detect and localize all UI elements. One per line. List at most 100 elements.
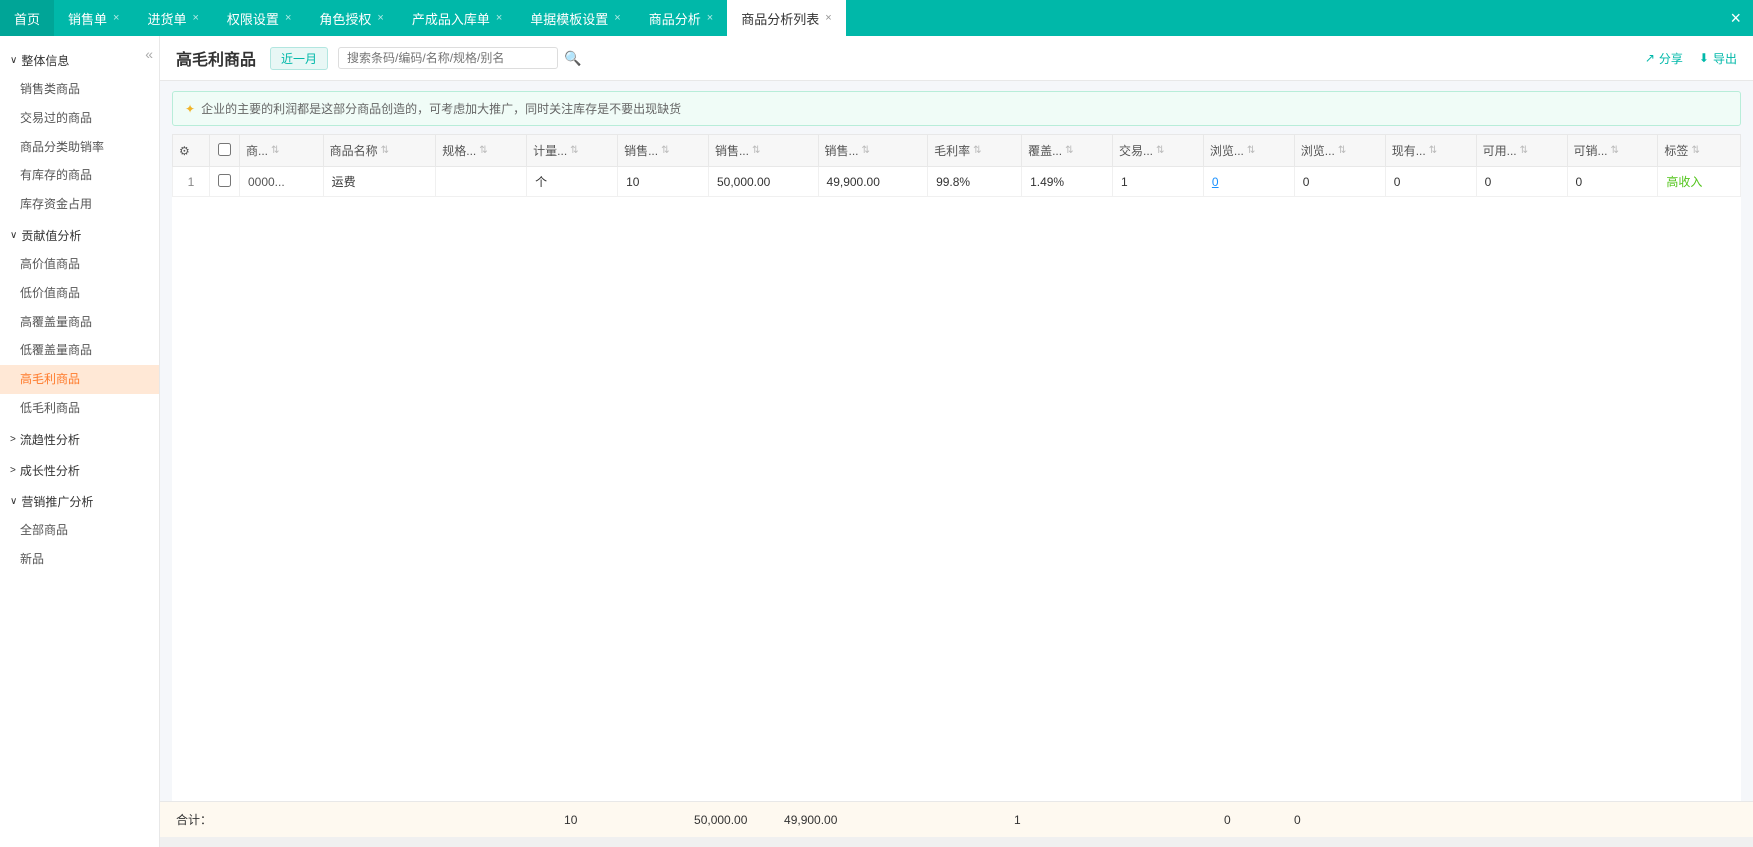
col-header-name[interactable]: 商品名称⇅ bbox=[323, 135, 436, 167]
main-layout: « ∨整体信息销售类商品交易过的商品商品分类助销率有库存的商品库存资金占用∨贡献… bbox=[0, 36, 1753, 847]
sidebar-group: ∨营销推广分析全部商品新品 bbox=[0, 485, 159, 574]
footer-cell-11: 1 bbox=[1008, 813, 1078, 827]
col-header-code[interactable]: 商...⇅ bbox=[239, 135, 323, 167]
nav-item-商品分析列表[interactable]: 商品分析列表× bbox=[727, 0, 845, 36]
sort-icon[interactable]: ⇅ bbox=[973, 145, 981, 156]
sort-icon[interactable]: ⇅ bbox=[1520, 145, 1528, 156]
row-checkbox[interactable] bbox=[209, 167, 239, 197]
sidebar-group-title-成长性分析[interactable]: >成长性分析 bbox=[0, 454, 159, 485]
sort-icon[interactable]: ⇅ bbox=[1611, 145, 1619, 156]
col-header-sales_qty[interactable]: 销售...⇅ bbox=[618, 135, 709, 167]
col-header-checkbox[interactable] bbox=[209, 135, 239, 167]
sort-icon[interactable]: ⇅ bbox=[862, 145, 870, 156]
nav-item-单据模板设置[interactable]: 单据模板设置× bbox=[516, 0, 634, 36]
sidebar-item-商品分类助销率[interactable]: 商品分类助销率 bbox=[0, 133, 159, 162]
sidebar-item-低价值商品[interactable]: 低价值商品 bbox=[0, 279, 159, 308]
col-header-transaction[interactable]: 交易...⇅ bbox=[1112, 135, 1203, 167]
sidebar: « ∨整体信息销售类商品交易过的商品商品分类助销率有库存的商品库存资金占用∨贡献… bbox=[0, 36, 160, 847]
sort-icon[interactable]: ⇅ bbox=[271, 145, 279, 156]
sidebar-item-新品[interactable]: 新品 bbox=[0, 545, 159, 574]
share-icon: ↗ bbox=[1645, 51, 1655, 65]
row-checkbox-input[interactable] bbox=[218, 174, 231, 187]
close-tab-icon[interactable]: × bbox=[192, 12, 198, 24]
col-header-current_stock[interactable]: 现有...⇅ bbox=[1385, 135, 1476, 167]
col-header-available_stock[interactable]: 可用...⇅ bbox=[1476, 135, 1567, 167]
sidebar-item-有库存的商品[interactable]: 有库存的商品 bbox=[0, 161, 159, 190]
row-sales-qty: 10 bbox=[618, 167, 709, 197]
sidebar-group: >流趋性分析 bbox=[0, 423, 159, 454]
bottom-scrollbar[interactable] bbox=[160, 837, 1753, 847]
arrow-icon: ∨ bbox=[10, 496, 17, 507]
nav-item-角色授权[interactable]: 角色授权× bbox=[305, 0, 397, 36]
nav-item-销售单[interactable]: 销售单× bbox=[54, 0, 133, 36]
col-header-coverage[interactable]: 覆盖...⇅ bbox=[1022, 135, 1113, 167]
page-title: 高毛利商品 bbox=[176, 46, 256, 70]
close-tab-icon[interactable]: × bbox=[496, 12, 502, 24]
sort-icon[interactable]: ⇅ bbox=[752, 145, 760, 156]
sort-icon[interactable]: ⇅ bbox=[570, 145, 578, 156]
row-browse1[interactable]: 0 bbox=[1203, 167, 1294, 197]
sidebar-group-title-营销推广分析[interactable]: ∨营销推广分析 bbox=[0, 485, 159, 516]
sidebar-group-title-整体信息[interactable]: ∨整体信息 bbox=[0, 44, 159, 75]
nav-item-进货单[interactable]: 进货单× bbox=[133, 0, 212, 36]
col-header-tag[interactable]: 标签⇅ bbox=[1658, 135, 1741, 167]
sort-icon[interactable]: ⇅ bbox=[479, 145, 487, 156]
sidebar-item-销售类商品[interactable]: 销售类商品 bbox=[0, 75, 159, 104]
nav-item-商品分析[interactable]: 商品分析× bbox=[635, 0, 727, 36]
sidebar-group-title-贡献值分析[interactable]: ∨贡献值分析 bbox=[0, 219, 159, 250]
close-tab-icon[interactable]: × bbox=[285, 12, 291, 24]
sidebar-item-低毛利商品[interactable]: 低毛利商品 bbox=[0, 394, 159, 423]
sidebar-item-高覆盖量商品[interactable]: 高覆盖量商品 bbox=[0, 308, 159, 337]
sidebar-item-高价值商品[interactable]: 高价值商品 bbox=[0, 250, 159, 279]
close-all-tabs[interactable]: × bbox=[1718, 0, 1753, 36]
sort-icon[interactable]: ⇅ bbox=[1429, 145, 1437, 156]
sidebar-group: ∨整体信息销售类商品交易过的商品商品分类助销率有库存的商品库存资金占用 bbox=[0, 44, 159, 219]
sort-icon[interactable]: ⇅ bbox=[1065, 145, 1073, 156]
header-actions: ↗ 分享 ⬇ 导出 bbox=[1645, 50, 1737, 67]
sidebar-group-title-流趋性分析[interactable]: >流趋性分析 bbox=[0, 423, 159, 454]
search-button[interactable]: 🔍 bbox=[564, 50, 581, 67]
col-header-sales_amount[interactable]: 销售...⇅ bbox=[708, 135, 818, 167]
sidebar-item-全部商品[interactable]: 全部商品 bbox=[0, 516, 159, 545]
row-sales-profit: 49,900.00 bbox=[818, 167, 928, 197]
sidebar-item-库存资金占用[interactable]: 库存资金占用 bbox=[0, 190, 159, 219]
nav-item-产成品入库单[interactable]: 产成品入库单× bbox=[398, 0, 516, 36]
col-header-browse1[interactable]: 浏览...⇅ bbox=[1203, 135, 1294, 167]
sidebar-item-低覆盖量商品[interactable]: 低覆盖量商品 bbox=[0, 336, 159, 365]
col-header-unit[interactable]: 计量...⇅ bbox=[527, 135, 618, 167]
nav-item-首页[interactable]: 首页 bbox=[0, 0, 54, 36]
sort-icon[interactable]: ⇅ bbox=[1156, 145, 1164, 156]
search-input[interactable] bbox=[338, 47, 558, 69]
export-button[interactable]: ⬇ 导出 bbox=[1699, 50, 1737, 67]
info-banner-text: 企业的主要的利润都是这部分商品创造的，可考虑加大推广，同时关注库存是不要出现缺货 bbox=[201, 100, 681, 117]
col-header-spec[interactable]: 规格...⇅ bbox=[436, 135, 527, 167]
share-button[interactable]: ↗ 分享 bbox=[1645, 50, 1683, 67]
select-all-checkbox[interactable] bbox=[218, 143, 231, 156]
date-filter-button[interactable]: 近一月 bbox=[270, 47, 328, 70]
sort-icon[interactable]: ⇅ bbox=[1691, 145, 1699, 156]
close-tab-icon[interactable]: × bbox=[377, 12, 383, 24]
col-header-settings[interactable]: ⚙ bbox=[173, 135, 210, 167]
sidebar-collapse-btn[interactable]: « bbox=[145, 46, 153, 62]
sidebar-item-交易过的商品[interactable]: 交易过的商品 bbox=[0, 104, 159, 133]
col-header-sellable_stock[interactable]: 可销...⇅ bbox=[1567, 135, 1658, 167]
col-header-browse2[interactable]: 浏览...⇅ bbox=[1294, 135, 1385, 167]
col-header-sales_profit[interactable]: 销售...⇅ bbox=[818, 135, 928, 167]
close-tab-icon[interactable]: × bbox=[614, 12, 620, 24]
close-tab-icon[interactable]: × bbox=[707, 12, 713, 24]
close-tab-icon[interactable]: × bbox=[825, 12, 831, 24]
sort-icon[interactable]: ⇅ bbox=[661, 145, 669, 156]
sort-icon[interactable]: ⇅ bbox=[381, 145, 389, 156]
footer-bar: 合计： 1050,000.0049,900.00100 bbox=[160, 801, 1753, 837]
col-header-gross_margin[interactable]: 毛利率⇅ bbox=[928, 135, 1022, 167]
sort-icon[interactable]: ⇅ bbox=[1338, 145, 1346, 156]
close-tab-icon[interactable]: × bbox=[113, 12, 119, 24]
footer-cell-15: 0 bbox=[1288, 813, 1358, 827]
nav-item-权限设置[interactable]: 权限设置× bbox=[213, 0, 305, 36]
sort-icon[interactable]: ⇅ bbox=[1247, 145, 1255, 156]
arrow-icon: ∨ bbox=[10, 55, 17, 66]
row-transaction: 1 bbox=[1112, 167, 1203, 197]
settings-icon[interactable]: ⚙ bbox=[179, 144, 190, 158]
row-code: 0000... bbox=[239, 167, 323, 197]
sidebar-item-高毛利商品[interactable]: 高毛利商品 bbox=[0, 365, 159, 394]
